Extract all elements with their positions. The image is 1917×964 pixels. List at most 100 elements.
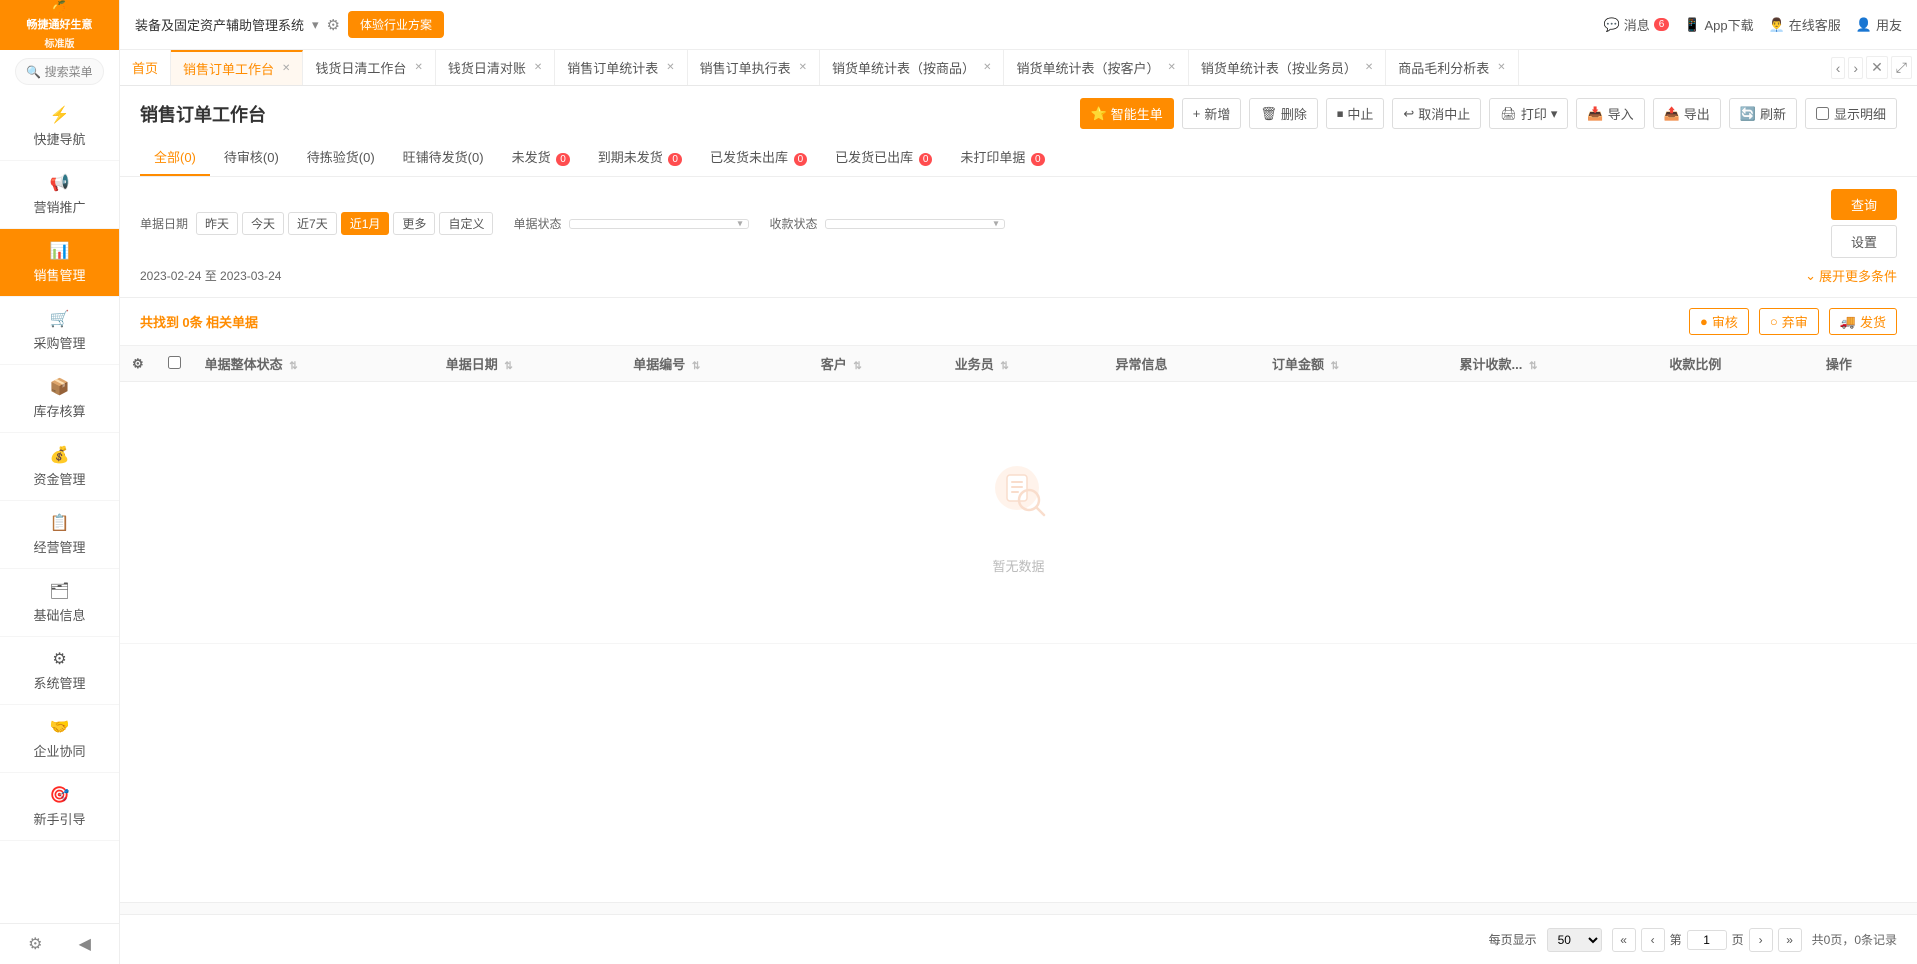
header-gear-icon[interactable]: ⚙ [327, 16, 340, 34]
col-setting-icon[interactable]: ⚙ [132, 356, 144, 371]
tab-cash-daily-close[interactable]: ✕ [414, 62, 422, 73]
add-label: 新增 [1204, 104, 1230, 123]
date-btn-today[interactable]: 今天 [242, 212, 284, 235]
col-employee-sort[interactable]: ⇅ [1000, 361, 1008, 372]
tab-sales-stats-employee-close[interactable]: ✕ [1365, 62, 1373, 73]
tab-sales-order-exec[interactable]: 销售订单执行表 ✕ [688, 50, 820, 86]
tab-maximize-btn[interactable]: ⤢ [1891, 56, 1912, 79]
sidebar-item-sales[interactable]: 📊 销售管理 [0, 229, 119, 297]
industry-btn[interactable]: 体验行业方案 [348, 11, 444, 38]
date-btn-7days[interactable]: 近7天 [288, 212, 337, 235]
next-page-btn[interactable]: › [1749, 928, 1773, 952]
subtab-all[interactable]: 全部(0) [140, 139, 210, 176]
sidebar-item-newbie[interactable]: 🎯 新手引导 [0, 773, 119, 841]
sidebar-item-basic[interactable]: 🗂 基础信息 [0, 569, 119, 637]
sidebar-item-system[interactable]: ⚙ 系统管理 [0, 637, 119, 705]
subtab-pending-review-label: 待审核(0) [224, 150, 279, 165]
add-btn[interactable]: + 新增 [1182, 98, 1242, 129]
subtab-not-printed-label: 未打印单据 [960, 150, 1025, 165]
settings-bottom-icon[interactable]: ⚙ [28, 934, 42, 954]
app-download-btn[interactable]: 📱 App下载 [1684, 15, 1753, 34]
select-all-checkbox[interactable] [168, 356, 181, 369]
tab-sales-stats-customer[interactable]: 销货单统计表（按客户） ✕ [1004, 50, 1188, 86]
sidebar-item-finance[interactable]: 💰 资金管理 [0, 433, 119, 501]
tab-margin-analysis-close[interactable]: ✕ [1497, 62, 1505, 73]
print-btn[interactable]: 🖨 打印 ▾ [1489, 98, 1568, 129]
subtab-pending-inspect[interactable]: 待拣验货(0) [293, 139, 389, 176]
ship-btn[interactable]: 🚚 发货 [1829, 308, 1897, 335]
subtab-pending-review[interactable]: 待审核(0) [210, 139, 293, 176]
user-btn[interactable]: 👤 用友 [1856, 15, 1902, 34]
last-page-btn[interactable]: » [1778, 928, 1802, 952]
unreviewed-icon: ○ [1770, 314, 1778, 329]
col-date-sort[interactable]: ⇅ [504, 361, 512, 372]
date-btn-custom[interactable]: 自定义 [439, 212, 493, 235]
col-status-label: 单据整体状态 [205, 357, 283, 372]
settings-btn[interactable]: 设置 [1831, 225, 1897, 258]
tab-home[interactable]: 首页 [120, 50, 171, 86]
subtab-expired-not-shipped[interactable]: 到期未发货 0 [584, 139, 696, 176]
scroll-bar-area[interactable] [120, 902, 1917, 914]
tab-margin-analysis[interactable]: 商品毛利分析表 ✕ [1386, 50, 1518, 86]
tab-sales-stats-product[interactable]: 销货单统计表（按商品） ✕ [820, 50, 1004, 86]
collapse-icon[interactable]: ◀ [79, 934, 91, 954]
sidebar-item-inventory[interactable]: 📦 库存核算 [0, 365, 119, 433]
tab-sales-stats-employee[interactable]: 销货单统计表（按业务员） ✕ [1189, 50, 1386, 86]
tab-sales-workbench[interactable]: 销售订单工作台 ✕ [171, 50, 303, 86]
sidebar-item-purchase[interactable]: 🛒 采购管理 [0, 297, 119, 365]
subtab-shipped-warehoused[interactable]: 已发货已出库 0 [821, 139, 946, 176]
col-customer-sort[interactable]: ⇅ [853, 361, 861, 372]
tab-cash-reconcile[interactable]: 钱货日清对账 ✕ [436, 50, 555, 86]
filter-payment-select[interactable]: ▾ [825, 219, 1005, 229]
tab-close-all-btn[interactable]: ✕ [1866, 56, 1888, 79]
subtab-shipped-not-warehoused[interactable]: 已发货未出库 0 [696, 139, 821, 176]
date-btn-yesterday[interactable]: 昨天 [196, 212, 238, 235]
subtab-not-printed[interactable]: 未打印单据 0 [946, 139, 1058, 176]
sidebar-item-enterprise[interactable]: 🤝 企业协同 [0, 705, 119, 773]
col-amount-sort[interactable]: ⇅ [1331, 361, 1339, 372]
tab-next-btn[interactable]: › [1848, 57, 1863, 79]
cancel-stop-btn[interactable]: ↩ 取消中止 [1392, 98, 1481, 129]
tab-sales-order-stats-close[interactable]: ✕ [666, 62, 674, 73]
query-btn[interactable]: 查询 [1831, 189, 1897, 220]
subtab-not-shipped[interactable]: 未发货 0 [498, 139, 584, 176]
current-page-input[interactable] [1687, 930, 1727, 950]
filter-status-select[interactable]: ▾ [569, 219, 749, 229]
smart-gen-btn[interactable]: ⭐ 智能生单 [1080, 98, 1174, 129]
tab-sales-workbench-close[interactable]: ✕ [282, 63, 290, 74]
stop-btn[interactable]: ⏹ 中止 [1326, 98, 1385, 129]
prev-page-btn[interactable]: ‹ [1641, 928, 1665, 952]
show-detail-toggle[interactable]: 显示明细 [1805, 98, 1897, 129]
messages-btn[interactable]: 💬 消息 6 [1604, 15, 1670, 34]
col-number-sort[interactable]: ⇅ [692, 361, 700, 372]
subtab-wangpu[interactable]: 旺铺待发货(0) [389, 139, 498, 176]
page-size-select[interactable]: 20 50 100 [1547, 928, 1602, 952]
tab-sales-order-stats[interactable]: 销售订单统计表 ✕ [555, 50, 687, 86]
date-btn-more[interactable]: 更多 [393, 212, 435, 235]
col-collected-sort[interactable]: ⇅ [1529, 361, 1537, 372]
sidebar-item-search[interactable]: 🔍 搜索菜单 [0, 50, 119, 93]
col-status-sort[interactable]: ⇅ [289, 361, 297, 372]
tab-cash-reconcile-close[interactable]: ✕ [534, 62, 542, 73]
expand-more-btn[interactable]: ⌄ 展开更多条件 [1805, 266, 1897, 285]
header-dropdown-arrow[interactable]: ▾ [312, 17, 319, 33]
tab-sales-order-exec-close[interactable]: ✕ [799, 62, 807, 73]
tab-prev-btn[interactable]: ‹ [1831, 57, 1846, 79]
tab-cash-daily[interactable]: 钱货日清工作台 ✕ [303, 50, 435, 86]
sidebar-item-operations[interactable]: 📋 经营管理 [0, 501, 119, 569]
date-btn-1month[interactable]: 近1月 [341, 212, 390, 235]
sidebar-item-marketing[interactable]: 📢 营销推广 [0, 161, 119, 229]
refresh-btn[interactable]: 🔄 刷新 [1729, 98, 1797, 129]
tab-sales-stats-customer-close[interactable]: ✕ [1167, 62, 1175, 73]
first-page-btn[interactable]: « [1612, 928, 1636, 952]
review-btn[interactable]: ● 审核 [1689, 308, 1749, 335]
export-btn[interactable]: 📤 导出 [1653, 98, 1721, 129]
unreviewed-btn[interactable]: ○ 弃审 [1759, 308, 1819, 335]
online-service-btn[interactable]: 👨‍💼 在线客服 [1769, 15, 1841, 34]
import-btn[interactable]: 📥 导入 [1576, 98, 1644, 129]
sidebar-item-shortcut[interactable]: ⚡ 快捷导航 [0, 93, 119, 161]
search-input-fake[interactable]: 🔍 搜索菜单 [15, 58, 104, 85]
tab-sales-stats-product-close[interactable]: ✕ [983, 62, 991, 73]
show-detail-checkbox[interactable] [1816, 107, 1829, 120]
delete-btn[interactable]: 🗑 删除 [1249, 98, 1318, 129]
